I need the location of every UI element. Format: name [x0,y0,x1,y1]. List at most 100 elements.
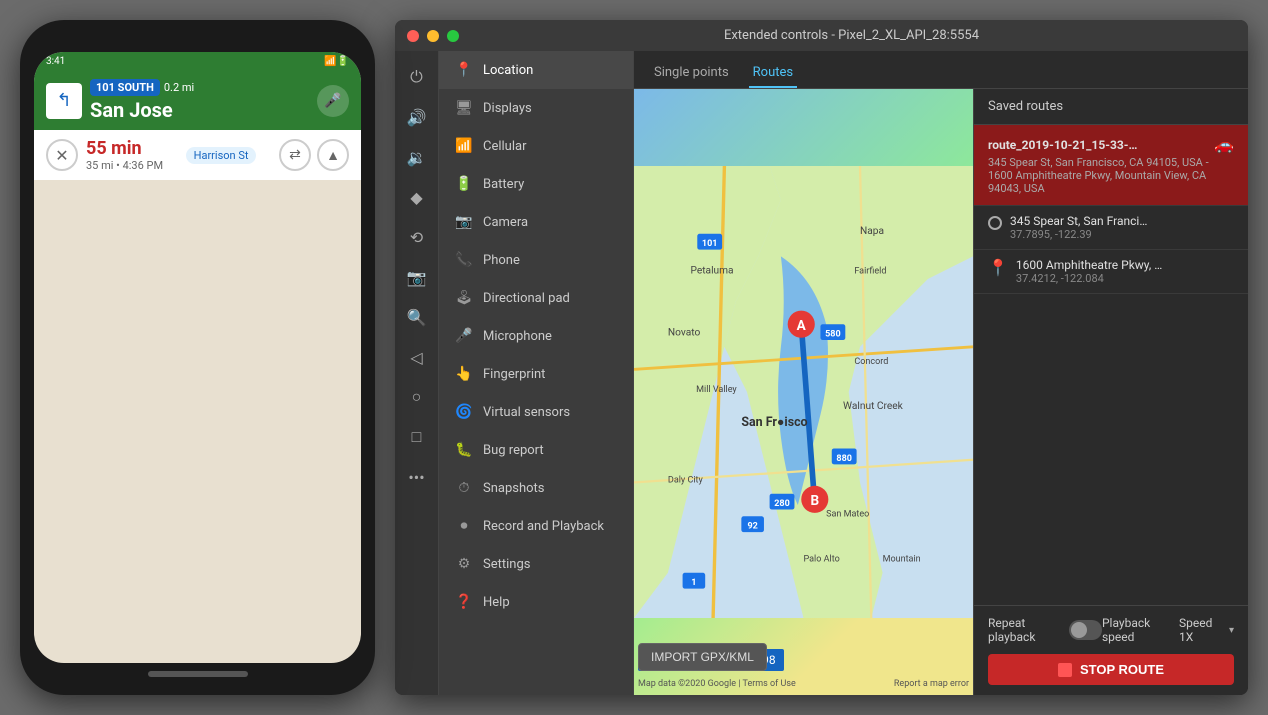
phone-icon: 📞 [455,252,473,268]
bug-icon: 🐛 [455,442,473,458]
sidebar-item-label-battery: Battery [483,177,524,192]
map-display[interactable]: A B Petaluma Napa Fairfield Novato Conco… [634,89,973,695]
volume-up-icon[interactable]: 🔊 [399,99,435,135]
phone-home-bar [148,671,248,677]
tab-routes[interactable]: Routes [749,59,797,88]
map-panel: A B Petaluma Napa Fairfield Novato Conco… [634,89,973,695]
stop-icon [1058,663,1072,677]
window-titlebar: Extended controls - Pixel_2_XL_API_28:55… [395,20,1248,51]
svg-text:B: B [810,493,819,509]
bottom-bar: ✕ 55 min 35 mi • 4:36 PM Harrison St ⇄ ▲ [34,130,361,180]
tabs-bar: Single points Routes [634,51,1248,89]
svg-text:Novato: Novato [668,328,701,339]
destination-label: Harrison St [186,147,257,164]
minimize-window-button[interactable] [427,30,439,42]
maximize-window-button[interactable] [447,30,459,42]
map-svg: A B Petaluma Napa Fairfield Novato Conco… [634,89,973,695]
eta-time: 55 min [86,138,163,159]
svg-text:1: 1 [691,578,696,588]
power-icon[interactable]: ⏻ [399,59,435,95]
battery-icon: 🔋 [455,176,473,192]
sidebar-item-label-camera: Camera [483,215,528,230]
svg-text:Palo Alto: Palo Alto [804,555,840,565]
waypoint-start-info: 345 Spear St, San Franci… 37.7895, -122.… [1010,214,1234,241]
sidebar-item-snapshots[interactable]: ⏱ Snapshots [439,469,633,507]
sidebar-item-label-record-playback: Record and Playback [483,519,604,534]
map-attribution: Map data ©2020 Google | Terms of Use [638,679,796,689]
waypoint-end-name: 1600 Amphitheatre Pkwy, … [1016,258,1234,272]
status-bar: 3:41 📶🔋 [34,52,361,71]
sidebar-item-label-microphone: Microphone [483,329,552,344]
sidebar-item-label-help: Help [483,595,510,610]
sidebar-item-settings[interactable]: ⚙ Settings [439,545,633,583]
virtual-sensors-icon: 🌀 [455,404,473,420]
sidebar-item-virtual-sensors[interactable]: 🌀 Virtual sensors [439,393,633,431]
import-gpx-kml-button[interactable]: IMPORT GPX/KML [638,643,767,671]
stop-route-button[interactable]: STOP ROUTE [988,654,1234,685]
svg-text:101: 101 [702,239,718,249]
sidebar-item-fingerprint[interactable]: 👆 Fingerprint [439,355,633,393]
stop-route-label: STOP ROUTE [1080,662,1164,677]
svg-text:580: 580 [825,330,841,340]
sidebar-item-record-playback[interactable]: ⏺ Record and Playback [439,507,633,545]
svg-text:San Fr●isco: San Fr●isco [741,415,807,430]
speed-chevron-icon: ▾ [1229,625,1234,636]
location-icon: 📍 [455,62,473,78]
bottom-buttons: ⇄ ▲ [279,139,349,171]
sidebar-item-label-displays: Displays [483,101,532,116]
sidebar-item-label-location: Location [483,63,533,78]
settings-icon: ⚙ [455,556,473,572]
volume-down-icon[interactable]: 🔉 [399,139,435,175]
sidebar-item-battery[interactable]: 🔋 Battery [439,165,633,203]
sidebar-item-phone[interactable]: 📞 Phone [439,241,633,279]
back-icon[interactable]: ◁ [399,339,435,375]
close-navigation-button[interactable]: ✕ [46,139,78,171]
sidebar-item-help[interactable]: ❓ Help [439,583,633,621]
svg-text:Walnut Creek: Walnut Creek [843,401,904,412]
route-options-button[interactable]: ⇄ [279,139,311,171]
sidebar-item-displays[interactable]: 🖥 Displays [439,89,633,127]
sidebar-item-label-bug-report: Bug report [483,443,544,458]
zoom-in-icon[interactable]: 🔍 [399,299,435,335]
turn-icon: ↰ [46,83,82,119]
toggle-knob [1071,622,1087,638]
sidebar-item-cellular[interactable]: 📶 Cellular [439,127,633,165]
phone-screen: 3:41 📶🔋 ↰ 101 SOUTH 0.2 mi San Jose 🎤 [34,52,361,663]
report-map-error-link[interactable]: Report a map error [894,679,969,689]
sidebar-item-label-snapshots: Snapshots [483,481,545,496]
speed-value: Speed 1X [1179,616,1225,644]
svg-text:Fairfield: Fairfield [854,266,886,276]
svg-text:Mill Valley: Mill Valley [696,385,737,395]
repeat-playback-toggle[interactable] [1069,620,1102,640]
phone-notch [168,38,228,48]
more-icon[interactable]: ••• [399,459,435,495]
sidebar-item-bug-report[interactable]: 🐛 Bug report [439,431,633,469]
route-name: route_2019-10-21_15-33-… [988,138,1137,152]
car-icon: 🚗 [1214,135,1234,154]
tab-single-points[interactable]: Single points [650,59,733,88]
dpad-icon: 🕹 [455,290,473,306]
route-item[interactable]: route_2019-10-21_15-33-… 🚗 345 Spear St,… [974,125,1248,206]
nav-mic-button[interactable]: 🎤 [317,85,349,117]
cellular-icon: 📶 [455,138,473,154]
waypoint-start-dot [988,216,1002,230]
diamond-icon[interactable]: ◆ [399,179,435,215]
fingerprint-icon: 👆 [455,366,473,382]
rotate-icon[interactable]: ⟲ [399,219,435,255]
sidebar-item-camera[interactable]: 📷 Camera [439,203,633,241]
close-window-button[interactable] [407,30,419,42]
expand-button[interactable]: ▲ [317,139,349,171]
repeat-playback-label: Repeat playback [988,616,1069,644]
sidebar-item-label-fingerprint: Fingerprint [483,367,545,382]
square-icon[interactable]: □ [399,419,435,455]
waypoint-end-info: 1600 Amphitheatre Pkwy, … 37.4212, -122.… [1016,258,1234,285]
sidebar-item-directional-pad[interactable]: 🕹 Directional pad [439,279,633,317]
playback-speed-label: Playback speed [1102,616,1179,644]
screenshot-icon[interactable]: 📷 [399,259,435,295]
sidebar-item-microphone[interactable]: 🎤 Microphone [439,317,633,355]
home-icon[interactable]: ○ [399,379,435,415]
speed-select-dropdown[interactable]: Speed 1X ▾ [1179,616,1234,644]
waypoint-end-coords: 37.4212, -122.084 [1016,272,1234,285]
right-panel: Saved routes route_2019-10-21_15-33-… 🚗 … [973,89,1248,695]
sidebar-item-location[interactable]: 📍 Location [439,51,633,89]
